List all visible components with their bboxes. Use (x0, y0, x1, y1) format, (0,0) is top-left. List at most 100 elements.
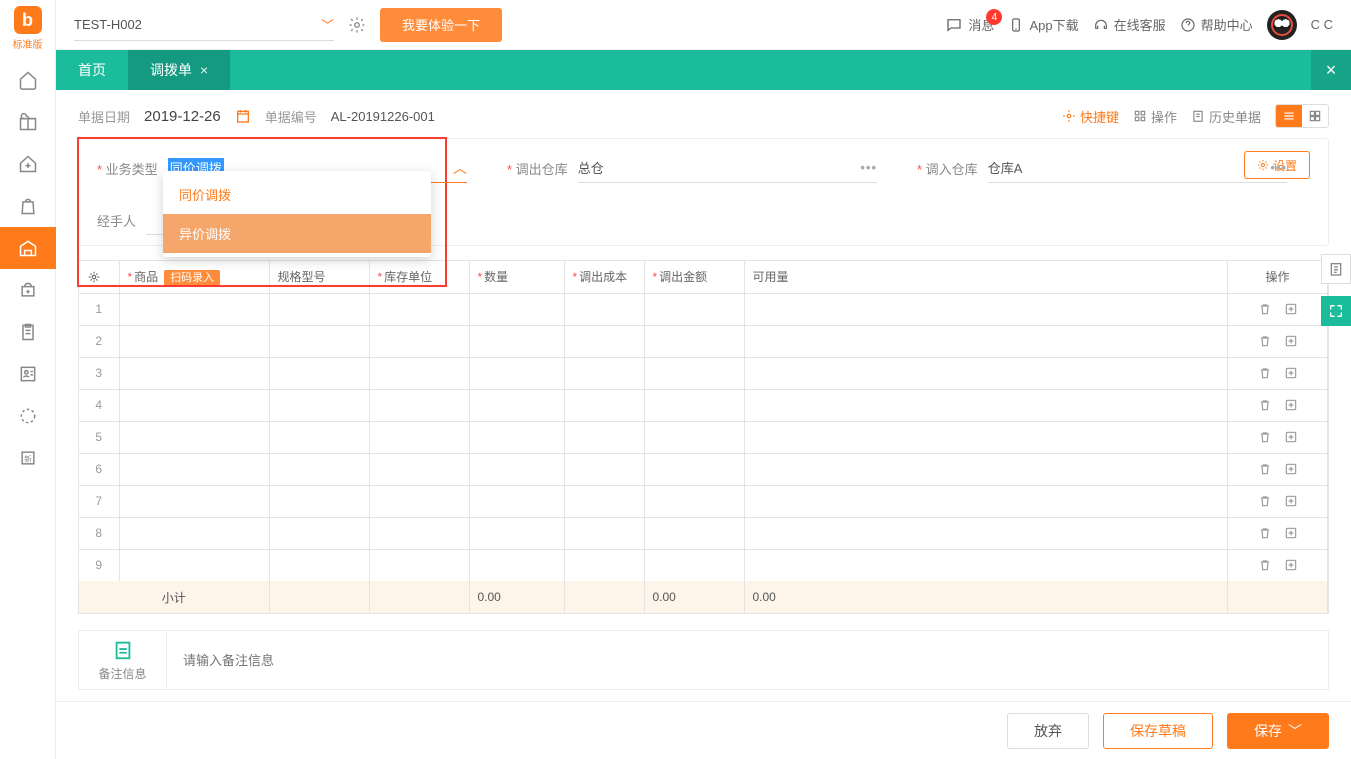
dropdown-option-same-price[interactable]: 同价调拨 (163, 175, 431, 214)
online-service-link[interactable]: 在线客服 (1093, 15, 1166, 34)
ops-link[interactable]: 操作 (1133, 107, 1177, 126)
view-list-icon[interactable] (1276, 105, 1302, 127)
biz-type-label: 业务类型 (97, 159, 158, 178)
sidebar-nav-money[interactable] (0, 269, 56, 311)
history-link[interactable]: 历史单据 (1191, 107, 1261, 126)
tabbar-close-button[interactable]: × (1311, 50, 1351, 90)
table-row[interactable]: 8 (79, 517, 1328, 549)
table-row[interactable]: 6 (79, 453, 1328, 485)
messages-link[interactable]: 消息 4 (945, 15, 994, 34)
handler-label: 经手人 (97, 211, 136, 230)
avatar[interactable] (1267, 10, 1297, 40)
sidebar-nav-sync[interactable] (0, 395, 56, 437)
table-row[interactable]: 2 (79, 325, 1328, 357)
tabbar: 首页 调拨单 × × (56, 50, 1351, 90)
app-download-link[interactable]: App下载 (1008, 15, 1078, 34)
trial-button[interactable]: 我要体验一下 (380, 8, 502, 42)
sidebar-nav-gift[interactable] (0, 101, 56, 143)
doc-date[interactable]: 2019-12-26 (144, 108, 221, 125)
shortcut-link[interactable]: 快捷键 (1062, 107, 1119, 126)
subtotal-qty: 0.00 (469, 581, 564, 613)
sidebar-nav-bag[interactable] (0, 185, 56, 227)
add-row-icon[interactable] (1284, 494, 1298, 508)
svg-text:新: 新 (24, 453, 32, 463)
save-draft-button[interactable]: 保存草稿 (1103, 713, 1213, 749)
doc-no: AL-20191226-001 (331, 109, 435, 124)
add-row-icon[interactable] (1284, 526, 1298, 540)
delete-row-icon[interactable] (1258, 398, 1272, 412)
sidebar-nav-new[interactable]: 新 (0, 437, 56, 479)
add-row-icon[interactable] (1284, 366, 1298, 380)
col-ops: 操作 (1228, 261, 1328, 293)
sidebar-nav-warehouse[interactable] (0, 227, 56, 269)
col-spec: 规格型号 (269, 261, 369, 293)
line-items-grid: 商品扫码录入 规格型号 库存单位 数量 调出成本 调出金额 可用量 操作 1 (78, 260, 1329, 614)
sidebar-nav-clipboard[interactable] (0, 311, 56, 353)
delete-row-icon[interactable] (1258, 494, 1272, 508)
table-row[interactable]: 4 (79, 389, 1328, 421)
calendar-icon[interactable] (235, 108, 251, 124)
more-icon: ••• (1270, 160, 1287, 175)
scan-input-tag[interactable]: 扫码录入 (164, 270, 220, 286)
table-row[interactable]: 5 (79, 421, 1328, 453)
table-row[interactable]: 3 (79, 357, 1328, 389)
add-row-icon[interactable] (1284, 462, 1298, 476)
out-warehouse-value: 总仓 (578, 158, 604, 177)
store-name: TEST-H002 (74, 17, 142, 32)
col-out-cost: 调出成本 (564, 261, 644, 293)
sidebar-nav-price[interactable] (0, 143, 56, 185)
add-row-icon[interactable] (1284, 398, 1298, 412)
in-warehouse-select[interactable]: 仓库A ••• (988, 153, 1287, 183)
logo: b 标准版 (13, 6, 43, 51)
subtotal-amount: 0.00 (644, 581, 744, 613)
add-row-icon[interactable] (1284, 302, 1298, 316)
logo-label: 标准版 (13, 36, 43, 51)
view-grid-icon[interactable] (1302, 105, 1328, 127)
col-unit: 库存单位 (369, 261, 469, 293)
remark-input[interactable] (183, 653, 1312, 668)
footer: 放弃 保存草稿 保存 ﹀ (56, 701, 1351, 759)
in-warehouse-label: 调入仓库 (917, 159, 978, 178)
delete-row-icon[interactable] (1258, 558, 1272, 572)
save-button[interactable]: 保存 ﹀ (1227, 713, 1329, 749)
col-qty: 数量 (469, 261, 564, 293)
topbar: TEST-H002 ﹀ 我要体验一下 消息 4 App下载 在线客服 (56, 0, 1351, 50)
delete-row-icon[interactable] (1258, 526, 1272, 540)
chevron-down-icon: ﹀ (1288, 721, 1302, 741)
out-warehouse-label: 调出仓库 (507, 159, 568, 178)
float-expand-button[interactable] (1321, 296, 1351, 326)
store-selector[interactable]: TEST-H002 ﹀ (74, 9, 334, 41)
chevron-down-icon: ﹀ (321, 15, 334, 34)
col-out-amount: 调出金额 (644, 261, 744, 293)
sidebar: b 标准版 新 (0, 0, 56, 759)
discard-button[interactable]: 放弃 (1007, 713, 1089, 749)
delete-row-icon[interactable] (1258, 302, 1272, 316)
gear-icon[interactable] (348, 16, 366, 34)
delete-row-icon[interactable] (1258, 430, 1272, 444)
logo-icon: b (14, 6, 42, 34)
tab-home[interactable]: 首页 (56, 50, 128, 90)
remark-bar: 备注信息 (78, 630, 1329, 690)
sidebar-nav-home[interactable] (0, 59, 56, 101)
add-row-icon[interactable] (1284, 558, 1298, 572)
float-note-button[interactable] (1321, 254, 1351, 284)
dropdown-option-diff-price[interactable]: 异价调拨 (163, 214, 431, 253)
more-icon: ••• (860, 160, 877, 175)
username[interactable]: C C (1311, 17, 1333, 32)
tab-close-icon[interactable]: × (200, 62, 208, 78)
help-center-link[interactable]: 帮助中心 (1180, 15, 1253, 34)
delete-row-icon[interactable] (1258, 334, 1272, 348)
doc-date-label: 单据日期 (78, 107, 130, 126)
add-row-icon[interactable] (1284, 334, 1298, 348)
table-row[interactable]: 9 (79, 549, 1328, 581)
add-row-icon[interactable] (1284, 430, 1298, 444)
document-header: 单据日期 2019-12-26 单据编号 AL-20191226-001 快捷键… (56, 90, 1351, 138)
col-gear[interactable] (79, 261, 119, 293)
tab-transfer-order[interactable]: 调拨单 × (128, 50, 230, 90)
table-row[interactable]: 7 (79, 485, 1328, 517)
sidebar-nav-contacts[interactable] (0, 353, 56, 395)
delete-row-icon[interactable] (1258, 366, 1272, 380)
delete-row-icon[interactable] (1258, 462, 1272, 476)
out-warehouse-select[interactable]: 总仓 ••• (578, 153, 877, 183)
table-row[interactable]: 1 (79, 293, 1328, 325)
